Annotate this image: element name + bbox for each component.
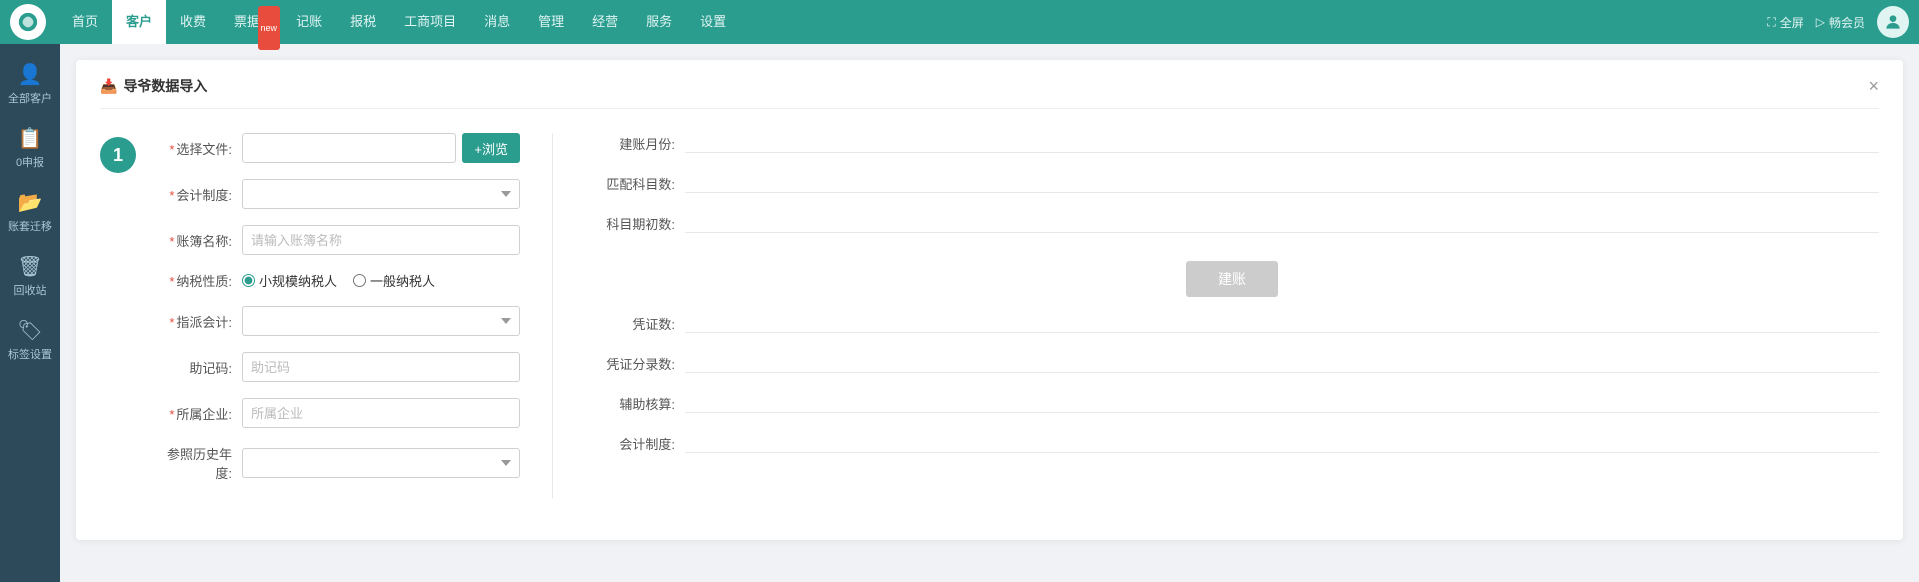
nav-right: ⛶ 全屏 ▷ 畅会员 (1767, 6, 1909, 38)
sidebar-item-account-migrate[interactable]: 📂 账套迁移 (0, 182, 60, 242)
file-path-input[interactable] (242, 133, 456, 163)
right-accounting-system-label: 会计制度: (585, 434, 675, 453)
sidebar-item-zero-declare[interactable]: 📋 0申报 (0, 118, 60, 178)
form-divider (552, 133, 553, 498)
tax-general-label[interactable]: 一般纳税人 (353, 271, 435, 290)
nav-item-customer[interactable]: 客户 (112, 0, 166, 44)
nav-items: 首页 客户 收费 票据 new 记账 报税 工商项目 消息 管理 经营 服务 设… (58, 0, 1767, 44)
browse-button[interactable]: +浏览 (462, 133, 520, 163)
company-input[interactable] (242, 398, 520, 428)
initial-balance-value (685, 213, 1879, 233)
file-label: *选择文件: (152, 139, 232, 158)
fullscreen-icon: ⛶ (1767, 15, 1775, 30)
sidebar-item-all-customers[interactable]: 👤 全部客户 (0, 54, 60, 114)
voucher-entries-value (685, 353, 1879, 373)
company-row: *所属企业: (152, 398, 520, 428)
file-row: *选择文件: +浏览 (152, 133, 520, 163)
tax-type-label: *纳税性质: (152, 271, 232, 290)
voucher-entries-label: 凭证分录数: (585, 354, 675, 373)
month-label: 建账月份: (585, 134, 675, 153)
initial-balance-label: 科目期初数: (585, 214, 675, 233)
logo[interactable] (10, 4, 46, 40)
accountant-select[interactable] (242, 306, 520, 336)
nav-item-service[interactable]: 服务 (632, 0, 686, 44)
panel-header: 📥 导爷数据导入 × (100, 76, 1879, 109)
match-subjects-value (685, 173, 1879, 193)
tax-type-radio-group: 小规模纳税人 一般纳税人 (242, 271, 520, 290)
history-year-label: 参照历史年度: (152, 444, 232, 482)
aux-accounting-row: 辅助核算: (585, 393, 1879, 413)
form-right: 建账月份: 匹配科目数: 科目期初数: 建账 (585, 133, 1879, 498)
accounting-system-row: *会计制度: (152, 179, 520, 209)
tags-icon: 🏷 (17, 318, 42, 343)
company-label: *所属企业: (152, 404, 232, 423)
sidebar-item-recycle[interactable]: 🗑 回收站 (0, 246, 60, 306)
zero-declare-icon: 📋 (18, 126, 43, 151)
tax-small-scale-radio[interactable] (242, 274, 255, 287)
accountant-label: *指派会计: (152, 312, 232, 331)
voucher-entries-row: 凭证分录数: (585, 353, 1879, 373)
initial-balance-row: 科目期初数: (585, 213, 1879, 233)
month-value (685, 133, 1879, 153)
import-panel: 📥 导爷数据导入 × 1 *选择文件: (76, 60, 1903, 540)
top-navbar: 首页 客户 收费 票据 new 记账 报税 工商项目 消息 管理 经营 服务 设… (0, 0, 1919, 44)
memo-input[interactable] (242, 352, 520, 382)
nav-item-operation[interactable]: 经营 (578, 0, 632, 44)
voucher-count-value (685, 313, 1879, 333)
file-input-group: +浏览 (242, 133, 520, 163)
panel-title: 📥 导爷数据导入 (100, 76, 207, 96)
nav-item-business[interactable]: 工商项目 (390, 0, 470, 44)
main-layout: 👤 全部客户 📋 0申报 📂 账套迁移 🗑 回收站 🏷 标签设置 📥 导爷数据导… (0, 44, 1919, 582)
month-row: 建账月份: (585, 133, 1879, 153)
voucher-count-label: 凭证数: (585, 314, 675, 333)
accounting-system-select[interactable] (242, 179, 520, 209)
tax-small-scale-label[interactable]: 小规模纳税人 (242, 271, 337, 290)
aux-accounting-label: 辅助核算: (585, 394, 675, 413)
fullscreen-button[interactable]: ⛶ 全屏 (1767, 14, 1803, 31)
nav-item-messages[interactable]: 消息 (470, 0, 524, 44)
memo-row: 助记码: (152, 352, 520, 382)
vip-button[interactable]: ▷ 畅会员 (1816, 14, 1865, 31)
ledger-name-row: *账簿名称: (152, 225, 520, 255)
nav-item-tax[interactable]: 报税 (336, 0, 390, 44)
nav-item-manage[interactable]: 管理 (524, 0, 578, 44)
nav-item-fees[interactable]: 收费 (166, 0, 220, 44)
content-area: 📥 导爷数据导入 × 1 *选择文件: (60, 44, 1919, 582)
accountant-row: *指派会计: (152, 306, 520, 336)
right-accounting-system-value (685, 433, 1879, 453)
aux-accounting-value (685, 393, 1879, 413)
voucher-count-row: 凭证数: (585, 313, 1879, 333)
vip-icon: ▷ (1816, 15, 1825, 29)
ledger-name-input[interactable] (242, 225, 520, 255)
match-subjects-label: 匹配科目数: (585, 174, 675, 193)
build-account-button[interactable]: 建账 (1186, 261, 1278, 297)
form-left: 1 *选择文件: +浏览 (100, 133, 520, 498)
form-fields: *选择文件: +浏览 *会计制度: (152, 133, 520, 498)
accounting-system-label: *会计制度: (152, 185, 232, 204)
history-year-row: 参照历史年度: (152, 444, 520, 482)
recycle-icon: 🗑 (17, 254, 42, 279)
tax-type-row: *纳税性质: 小规模纳税人 一般纳税人 (152, 271, 520, 290)
right-accounting-system-row: 会计制度: (585, 433, 1879, 453)
ledger-name-label: *账簿名称: (152, 231, 232, 250)
import-icon: 📥 (100, 78, 117, 95)
close-button[interactable]: × (1868, 77, 1879, 95)
avatar[interactable] (1877, 6, 1909, 38)
match-subjects-row: 匹配科目数: (585, 173, 1879, 193)
history-year-select[interactable] (242, 448, 520, 478)
new-badge: new (258, 6, 281, 50)
memo-label: 助记码: (152, 358, 232, 377)
nav-item-invoice[interactable]: 票据 new (220, 0, 282, 44)
account-migrate-icon: 📂 (18, 190, 43, 215)
nav-item-home[interactable]: 首页 (58, 0, 112, 44)
sidebar-item-tags[interactable]: 🏷 标签设置 (0, 310, 60, 370)
step-badge: 1 (100, 137, 136, 173)
nav-item-accounting[interactable]: 记账 (282, 0, 336, 44)
all-customers-icon: 👤 (18, 62, 43, 87)
tax-general-radio[interactable] (353, 274, 366, 287)
sidebar: 👤 全部客户 📋 0申报 📂 账套迁移 🗑 回收站 🏷 标签设置 (0, 44, 60, 582)
form-content: 1 *选择文件: +浏览 (100, 133, 1879, 498)
nav-item-settings[interactable]: 设置 (686, 0, 740, 44)
